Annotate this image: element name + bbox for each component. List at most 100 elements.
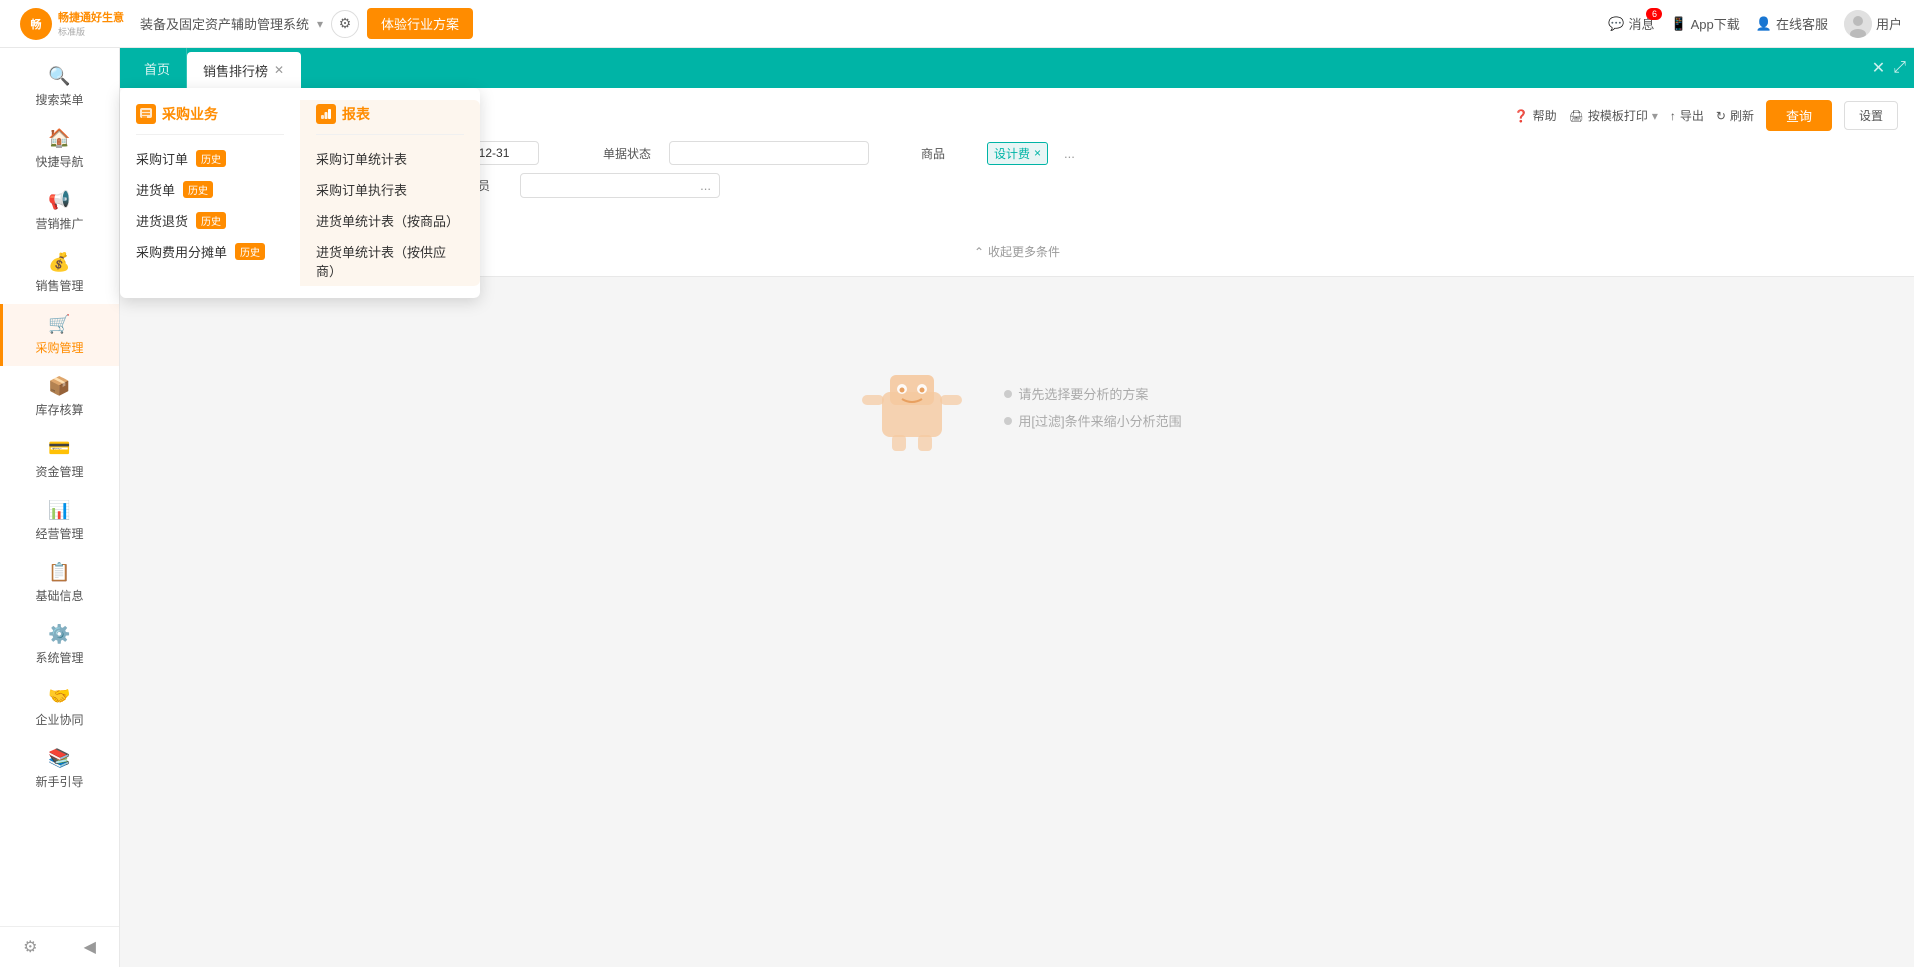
purchase-order-label: 采购订单 xyxy=(136,149,188,168)
dropdown-item-purchase-order[interactable]: 采购订单 历史 xyxy=(136,143,284,174)
report-4-label: 进货单统计表（按供应商） xyxy=(316,242,464,280)
goods-tag: 设计费 × xyxy=(987,142,1048,165)
app-download-button[interactable]: 📱 App下载 xyxy=(1670,14,1739,33)
sidebar-collapse-icon[interactable]: ◀ xyxy=(84,937,96,957)
enterprise-icon: 🤝 xyxy=(48,686,70,707)
online-service-button[interactable]: 👤 在线客服 xyxy=(1756,14,1828,33)
sidebar: 🔍 搜索菜单 🏠 快捷导航 📢 营销推广 💰 销售管理 🛒 采购管理 📦 库存核… xyxy=(0,48,120,967)
sidebar-item-enterprise[interactable]: 🤝 企业协同 xyxy=(0,676,119,738)
sidebar-item-purchase[interactable]: 🛒 采购管理 xyxy=(0,304,119,366)
goods-more-dots[interactable]: ... xyxy=(1064,146,1075,161)
dropdown-item-report-1[interactable]: 采购订单统计表 xyxy=(316,143,464,174)
report-col-title-text: 报表 xyxy=(342,104,370,124)
empty-text: 请先选择要分析的方案 用[过滤]条件来缩小分析范围 xyxy=(1004,384,1181,430)
print-button[interactable]: 🖨 按模板打印 ▾ xyxy=(1569,107,1658,124)
dropdown-col-purchase: 采购业务 采购订单 历史 进货单 历史 进货退货 历史 采购费用分摊单 历史 xyxy=(120,100,300,286)
collapse-label: 收起更多条件 xyxy=(988,243,1060,260)
report-2-label: 采购订单执行表 xyxy=(316,180,407,199)
dropdown-arrow-icon[interactable]: ▾ xyxy=(317,17,323,31)
logo-icon: 畅 xyxy=(20,8,52,40)
sidebar-settings-icon[interactable]: ⚙ xyxy=(23,937,37,957)
hint-dot-1 xyxy=(1004,390,1012,398)
gear-button[interactable]: ⚙ xyxy=(331,10,359,38)
collapse-up-icon: ⌃ xyxy=(974,245,984,259)
sidebar-item-guide[interactable]: 📚 新手引导 xyxy=(0,738,119,800)
search-icon: 🔍 xyxy=(48,66,70,87)
sidebar-label-marketing: 营销推广 xyxy=(35,215,83,232)
sidebar-item-system[interactable]: ⚙️ 系统管理 xyxy=(0,614,119,676)
empty-hint-1: 请先选择要分析的方案 xyxy=(1004,384,1181,403)
sidebar-item-finance[interactable]: 💳 资金管理 xyxy=(0,428,119,490)
industry-button[interactable]: 体验行业方案 xyxy=(367,8,473,39)
message-badge: 6 xyxy=(1646,8,1662,20)
settings-button[interactable]: 设置 xyxy=(1844,101,1898,130)
tab-home-label: 首页 xyxy=(144,59,170,78)
report-col-title: 报表 xyxy=(316,100,464,135)
sidebar-item-search[interactable]: 🔍 搜索菜单 xyxy=(0,56,119,118)
tab-bar: 首页 销售排行榜 ✕ ✕ ⤢ xyxy=(120,48,1914,88)
tab-bar-right: ✕ ⤢ xyxy=(1872,58,1906,78)
dropdown-item-expense[interactable]: 采购费用分摊单 历史 xyxy=(136,236,284,267)
query-button[interactable]: 查询 xyxy=(1766,100,1832,131)
purchase-order-history-badge: 历史 xyxy=(196,150,226,167)
salesman-dots: ... xyxy=(700,178,711,193)
doc-status-select[interactable] xyxy=(669,141,869,165)
message-button[interactable]: 💬 消息 6 xyxy=(1608,14,1654,33)
message-icon: 💬 xyxy=(1608,16,1624,32)
help-button[interactable]: ❓ 帮助 xyxy=(1514,107,1557,124)
dropdown-col-report: 报表 采购订单统计表 采购订单执行表 进货单统计表（按商品） 进货单统计表（按供… xyxy=(300,100,480,286)
sidebar-item-sales[interactable]: 💰 销售管理 xyxy=(0,242,119,304)
service-icon: 👤 xyxy=(1756,16,1772,32)
help-icon: ❓ xyxy=(1514,109,1529,123)
tab-sales-rank[interactable]: 销售排行榜 ✕ xyxy=(187,52,301,88)
expense-label: 采购费用分摊单 xyxy=(136,242,227,261)
sidebar-label-sales: 销售管理 xyxy=(35,277,83,294)
salesman-input[interactable]: ... xyxy=(520,173,720,198)
guide-icon: 📚 xyxy=(48,748,70,769)
hint-dot-2 xyxy=(1004,417,1012,425)
user-menu-button[interactable]: 用户 xyxy=(1844,10,1902,38)
sidebar-label-inventory: 库存核算 xyxy=(35,401,83,418)
tab-close-window-icon[interactable]: ✕ xyxy=(1872,58,1885,78)
empty-state: 请先选择要分析的方案 用[过滤]条件来缩小分析范围 xyxy=(120,277,1914,537)
sidebar-item-marketing[interactable]: 📢 营销推广 xyxy=(0,180,119,242)
topbar-middle: 装备及固定资产辅助管理系统 ▾ ⚙ 体验行业方案 xyxy=(132,8,1608,39)
hint-text-1: 请先选择要分析的方案 xyxy=(1018,384,1148,403)
sidebar-item-basic[interactable]: 📋 基础信息 xyxy=(0,552,119,614)
avatar xyxy=(1844,10,1872,38)
report-3-label: 进货单统计表（按商品） xyxy=(316,211,459,230)
goods-tag-text: 设计费 xyxy=(994,145,1030,162)
tab-home[interactable]: 首页 xyxy=(128,48,187,88)
export-label: 导出 xyxy=(1680,107,1704,124)
dropdown-item-return[interactable]: 进货退货 历史 xyxy=(136,205,284,236)
sidebar-label-finance: 资金管理 xyxy=(35,463,83,480)
sidebar-item-inventory[interactable]: 📦 库存核算 xyxy=(0,366,119,428)
help-label: 帮助 xyxy=(1533,107,1557,124)
user-label: 用户 xyxy=(1876,14,1902,33)
finance-icon: 💳 xyxy=(48,438,70,459)
purchase-col-title-text: 采购业务 xyxy=(162,104,218,124)
purchase-title-icon xyxy=(136,104,156,124)
dropdown-item-report-3[interactable]: 进货单统计表（按商品） xyxy=(316,205,464,236)
sidebar-label-purchase: 采购管理 xyxy=(35,339,83,356)
sidebar-item-nav[interactable]: 🏠 快捷导航 xyxy=(0,118,119,180)
tab-maximize-icon[interactable]: ⤢ xyxy=(1893,59,1906,77)
refresh-label: 刷新 xyxy=(1730,107,1754,124)
export-button[interactable]: ↑ 导出 xyxy=(1670,107,1704,124)
return-history-badge: 历史 xyxy=(196,212,226,229)
phone-icon: 📱 xyxy=(1670,16,1686,32)
dropdown-item-incoming[interactable]: 进货单 历史 xyxy=(136,174,284,205)
sidebar-item-operation[interactable]: 📊 经营管理 xyxy=(0,490,119,552)
goods-label: 商品 xyxy=(921,145,971,162)
print-arrow-icon: ▾ xyxy=(1652,109,1658,123)
refresh-button[interactable]: ↻ 刷新 xyxy=(1716,107,1754,124)
hint-text-2: 用[过滤]条件来缩小分析范围 xyxy=(1018,411,1181,430)
dropdown-item-report-2[interactable]: 采购订单执行表 xyxy=(316,174,464,205)
system-name: 装备及固定资产辅助管理系统 xyxy=(140,14,309,33)
dropdown-item-report-4[interactable]: 进货单统计表（按供应商） xyxy=(316,236,464,286)
dropdown-columns: 采购业务 采购订单 历史 进货单 历史 进货退货 历史 采购费用分摊单 历史 xyxy=(120,100,480,286)
report-1-label: 采购订单统计表 xyxy=(316,149,407,168)
tab-close-icon[interactable]: ✕ xyxy=(274,63,284,77)
goods-tag-close-icon[interactable]: × xyxy=(1034,146,1041,160)
incoming-label: 进货单 xyxy=(136,180,175,199)
